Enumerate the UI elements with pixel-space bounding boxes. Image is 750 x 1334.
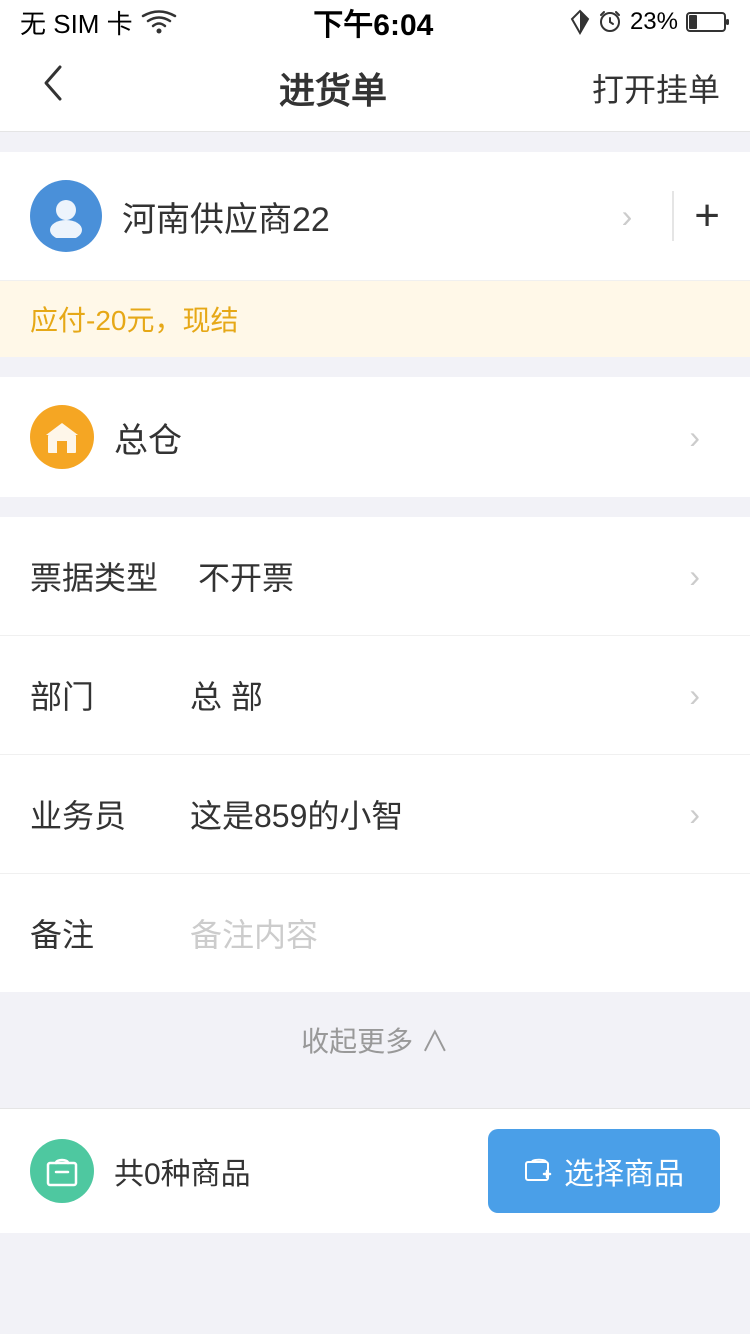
salesperson-row[interactable]: 业务员 这是859的小智 › — [0, 755, 750, 874]
bottom-bar: 共0种商品 选择商品 — [0, 1108, 750, 1233]
invoice-type-label: 票据类型 — [30, 553, 158, 599]
location-icon — [570, 9, 590, 35]
supplier-section: 河南供应商22 › + 应付-20元，现结 — [0, 152, 750, 357]
supplier-avatar — [30, 180, 102, 252]
vertical-divider — [672, 191, 674, 241]
department-value: 总 部 — [190, 672, 689, 718]
status-left: 无 SIM 卡 — [20, 4, 177, 41]
wifi-icon — [141, 9, 177, 35]
status-time: 下午6:04 — [313, 0, 433, 44]
form-section: 票据类型 不开票 › 部门 总 部 › 业务员 这是859的小智 › 备注 备注… — [0, 517, 750, 992]
product-icon — [30, 1139, 94, 1203]
invoice-type-row[interactable]: 票据类型 不开票 › — [0, 517, 750, 636]
open-pending-button[interactable]: 打开挂单 — [592, 65, 720, 111]
battery-text: 23% — [630, 8, 678, 36]
product-count: 共0种商品 — [114, 1149, 488, 1193]
warehouse-chevron-icon: › — [689, 419, 700, 456]
status-right: 23% — [570, 8, 730, 36]
nav-bar: 进货单 打开挂单 — [0, 44, 750, 132]
supplier-chevron-icon: › — [622, 198, 633, 235]
remark-label: 备注 — [30, 910, 150, 956]
salesperson-chevron-icon: › — [689, 796, 700, 833]
warehouse-row[interactable]: 总仓 › — [0, 377, 750, 497]
invoice-type-value: 不开票 — [198, 553, 689, 599]
salesperson-label: 业务员 — [30, 791, 150, 837]
department-row[interactable]: 部门 总 部 › — [0, 636, 750, 755]
back-button[interactable] — [30, 53, 74, 123]
add-supplier-button[interactable]: + — [694, 194, 720, 238]
battery-icon — [686, 10, 730, 34]
department-label: 部门 — [30, 672, 150, 718]
select-product-label: 选择商品 — [564, 1149, 684, 1193]
top-divider — [0, 132, 750, 152]
notice-bar: 应付-20元，现结 — [0, 281, 750, 357]
warehouse-name: 总仓 — [114, 413, 689, 462]
select-product-icon — [524, 1156, 554, 1186]
warehouse-section: 总仓 › — [0, 377, 750, 497]
warehouse-icon — [30, 405, 94, 469]
supplier-name: 河南供应商22 — [122, 192, 622, 241]
warehouse-divider — [0, 357, 750, 377]
select-product-button[interactable]: 选择商品 — [488, 1129, 720, 1213]
remark-input[interactable]: 备注内容 — [190, 910, 720, 956]
department-chevron-icon: › — [689, 677, 700, 714]
salesperson-value: 这是859的小智 — [190, 791, 689, 837]
invoice-type-chevron-icon: › — [689, 558, 700, 595]
carrier-text: 无 SIM 卡 — [20, 4, 133, 41]
collapse-label: 收起更多 ∧ — [301, 1026, 449, 1057]
alarm-icon — [598, 9, 622, 35]
remark-row[interactable]: 备注 备注内容 — [0, 874, 750, 992]
supplier-row[interactable]: 河南供应商22 › + — [0, 152, 750, 281]
main-content: 河南供应商22 › + 应付-20元，现结 总仓 › 票据 — [0, 132, 750, 1334]
status-bar: 无 SIM 卡 下午6:04 23% — [0, 0, 750, 44]
collapse-row[interactable]: 收起更多 ∧ — [0, 992, 750, 1088]
notice-text: 应付-20元，现结 — [30, 305, 238, 336]
page-title: 进货单 — [279, 62, 387, 114]
